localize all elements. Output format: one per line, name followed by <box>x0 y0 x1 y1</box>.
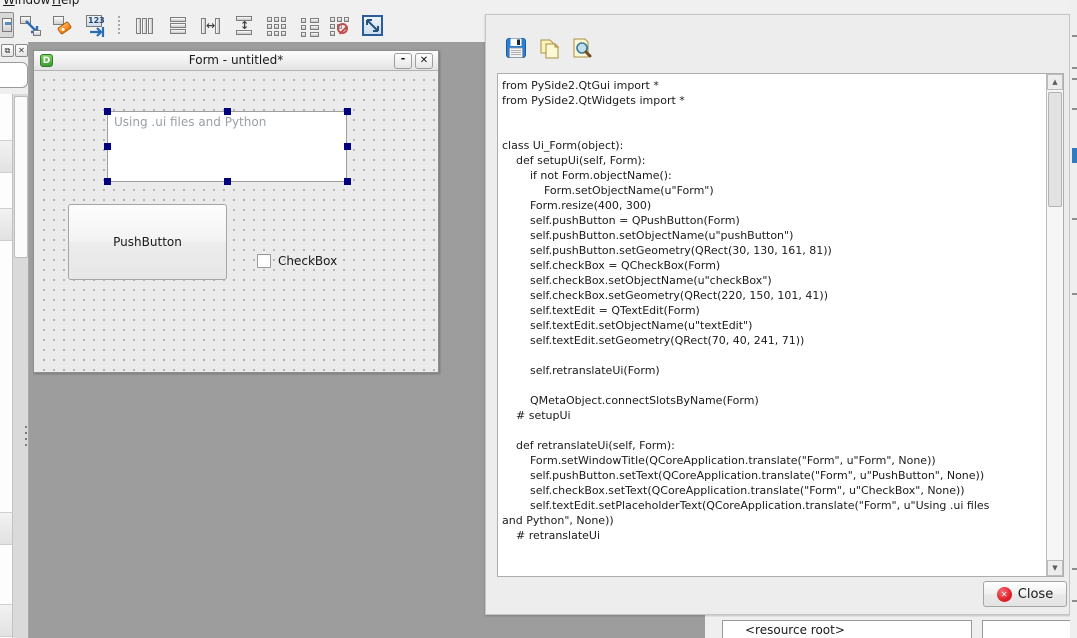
edge-tick <box>1072 218 1077 220</box>
form-close-button[interactable]: ✕ <box>415 53 433 69</box>
selection-handle-nw[interactable] <box>104 108 111 115</box>
edit-tab-order-button[interactable]: 123 <box>83 12 109 38</box>
edge-marker-blue <box>1072 148 1077 163</box>
checkbox-label: CheckBox <box>278 254 337 268</box>
copy-code-button[interactable] <box>537 37 561 61</box>
resource-tree[interactable]: <resource root> <box>722 620 972 638</box>
toolbar-separator <box>118 16 120 36</box>
layout-form-button[interactable] <box>296 12 322 38</box>
form-window-titlebar[interactable]: D Form - untitled* - ✕ <box>34 51 438 71</box>
save-code-button[interactable] <box>505 37 529 61</box>
qt-designer-main-window: Window Help 123 <box>0 0 1077 638</box>
form-window-title: Form - untitled* <box>34 53 438 67</box>
edit-widgets-button[interactable] <box>0 12 14 38</box>
resource-root-item[interactable]: <resource root> <box>723 621 971 637</box>
checkbox-widget[interactable]: CheckBox <box>257 254 337 268</box>
widget-box-item[interactable] <box>0 208 12 241</box>
signal-target-icon <box>33 30 41 36</box>
adjust-size-button[interactable] <box>359 12 385 38</box>
edge-tick <box>1072 78 1077 80</box>
tab-order-arrow-icon <box>84 13 110 39</box>
form-canvas[interactable]: Using .ui files and Python PushButton Ch… <box>35 71 437 371</box>
selection-handle-e[interactable] <box>344 143 351 150</box>
edit-widgets-icon-detail <box>5 22 12 25</box>
widget-box-item[interactable] <box>0 512 12 545</box>
layout-horizontal-button[interactable] <box>131 12 157 38</box>
menu-window[interactable]: Window <box>3 0 50 7</box>
code-dialog-toolbar <box>486 15 1069 61</box>
pushbutton-widget[interactable]: PushButton <box>68 204 227 280</box>
layout-grid-icon <box>267 17 272 22</box>
selection-handle-ne[interactable] <box>344 108 351 115</box>
view-code-dialog: from PySide2.QtGui import * from PySide2… <box>485 14 1070 615</box>
selection-handle-w[interactable] <box>104 143 111 150</box>
find-in-code-button[interactable] <box>570 37 594 61</box>
scroll-down-button[interactable]: ▼ <box>1047 560 1063 576</box>
close-button-label: Close <box>1018 587 1053 602</box>
checkbox-indicator[interactable] <box>257 254 271 268</box>
generated-python-code[interactable]: from PySide2.QtGui import * from PySide2… <box>498 74 1046 576</box>
widget-box-scroll-thumb[interactable] <box>14 96 28 258</box>
selection-handle-se[interactable] <box>344 178 351 185</box>
edge-tick <box>1072 108 1077 110</box>
pushbutton-label: PushButton <box>113 235 182 249</box>
form-minimize-button[interactable]: - <box>394 53 412 69</box>
widget-box-item[interactable] <box>0 140 12 173</box>
widget-filter-input[interactable] <box>0 62 28 88</box>
find-icon <box>570 37 594 61</box>
break-layout-icon <box>330 17 335 22</box>
code-scrollbar[interactable]: ▲ ▼ <box>1046 74 1063 576</box>
layout-splitter-horizontal-button[interactable]: ↔ <box>197 12 223 38</box>
edit-widgets-icon <box>2 18 12 32</box>
edge-tick <box>1072 600 1077 602</box>
menubar: Window Help <box>0 0 1077 10</box>
code-scroll-thumb[interactable] <box>1048 92 1062 207</box>
layout-form-icon <box>301 18 306 23</box>
break-layout-button[interactable] <box>326 12 352 38</box>
edge-tick <box>1072 293 1077 295</box>
layout-vertical-icon <box>170 17 186 22</box>
menu-help[interactable]: Help <box>52 0 79 7</box>
scroll-up-button[interactable]: ▲ <box>1047 74 1063 90</box>
code-view[interactable]: from PySide2.QtGui import * from PySide2… <box>497 73 1064 577</box>
layout-splitter-vertical-button[interactable]: ↕ <box>230 12 256 38</box>
layout-horizontal-icon <box>136 18 141 34</box>
close-red-icon: ✕ <box>997 587 1012 602</box>
edit-buddies-button[interactable] <box>50 12 76 38</box>
edit-signals-slots-button[interactable] <box>17 12 43 38</box>
copy-icon <box>537 37 561 61</box>
form-editor-window: D Form - untitled* - ✕ Using .ui files a… <box>33 50 439 373</box>
edge-tick <box>1072 67 1077 69</box>
textedit-widget[interactable]: Using .ui files and Python <box>107 111 347 182</box>
edge-tick <box>1072 35 1077 37</box>
edge-tick <box>1072 568 1077 570</box>
dock-float-button[interactable]: ⧉ <box>1 44 14 57</box>
widget-box-dock: ⧉ ✕ <box>0 42 29 638</box>
layout-vertical-button[interactable] <box>164 12 190 38</box>
selection-handle-sw[interactable] <box>104 178 111 185</box>
dock-close-button[interactable]: ✕ <box>15 44 28 57</box>
dock-splitter-handle[interactable] <box>25 426 28 452</box>
save-icon <box>505 37 527 59</box>
break-layout-prohibit-icon <box>337 23 348 34</box>
layout-grid-button[interactable] <box>263 12 289 38</box>
resource-browser-dock: <resource root> <box>705 617 1070 638</box>
adjust-size-arrow-icon <box>360 13 386 39</box>
selection-handle-n[interactable] <box>224 108 231 115</box>
textedit-placeholder: Using .ui files and Python <box>108 112 346 132</box>
widget-box-scrollbar[interactable] <box>12 94 28 638</box>
widget-box-list[interactable] <box>0 94 12 638</box>
widget-box-item[interactable] <box>0 604 12 637</box>
selection-handle-s[interactable] <box>224 178 231 185</box>
close-dialog-button[interactable]: ✕ Close <box>983 581 1067 607</box>
resource-preview-pane[interactable] <box>982 620 1077 638</box>
right-edge-strip <box>1070 0 1077 638</box>
